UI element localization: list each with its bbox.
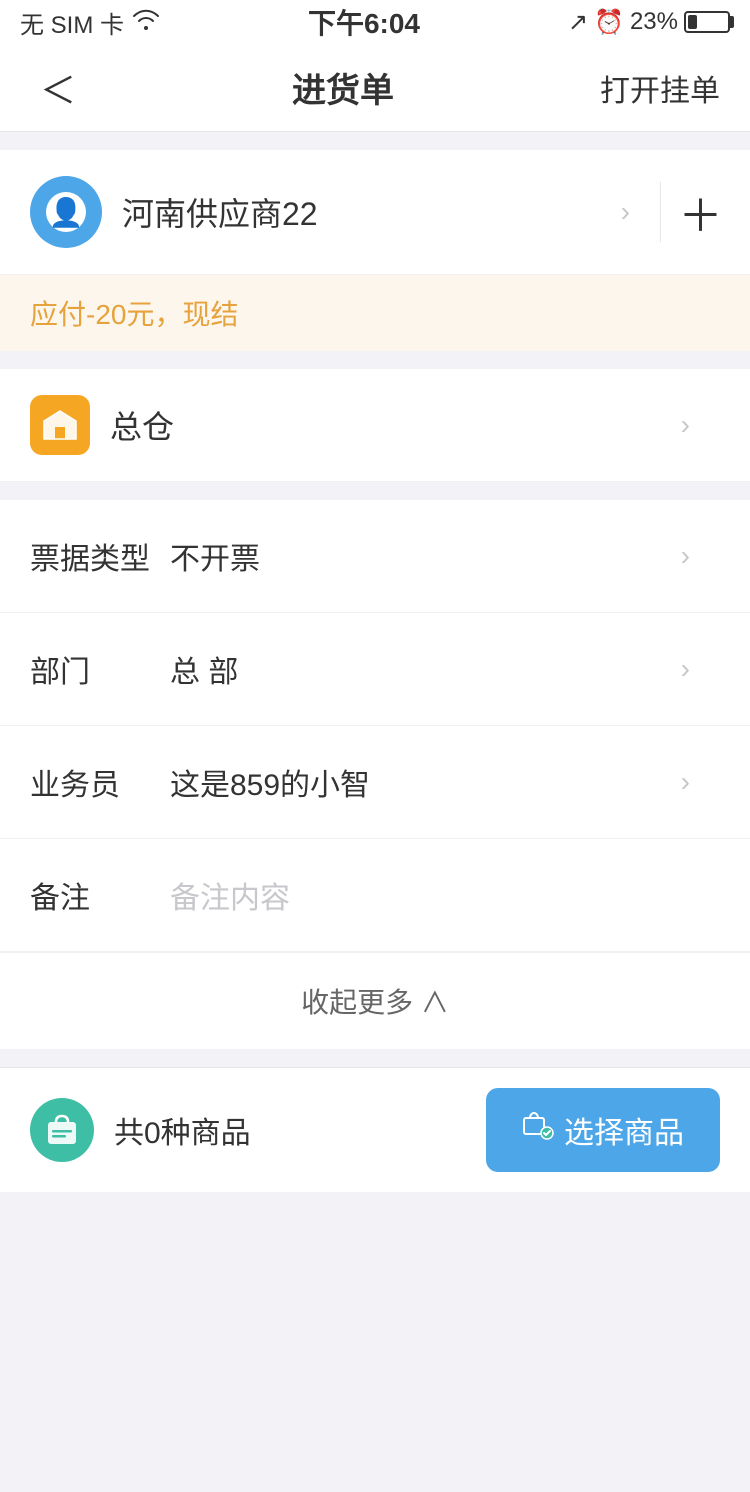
alarm-icon: ⏰ (594, 8, 624, 37)
supplier-chevron-icon: › (621, 196, 630, 228)
product-svg (44, 1112, 80, 1148)
supplier-name: 河南供应商22 (122, 189, 621, 235)
department-value: 总 部 (170, 647, 681, 691)
section-gap-3 (0, 482, 750, 500)
salesperson-chevron-icon: › (681, 766, 690, 798)
warehouse-row[interactable]: 总仓 › (0, 369, 750, 482)
status-time: 下午6:04 (308, 2, 420, 42)
location-icon: ↗ (568, 8, 588, 37)
invoice-label: 票据类型 (30, 534, 170, 578)
warehouse-icon (30, 395, 90, 455)
invoice-row[interactable]: 票据类型 不开票 › (0, 500, 750, 613)
battery-fill (688, 15, 697, 29)
status-left: 无 SIM 卡 (20, 5, 160, 40)
warehouse-label: 总仓 (110, 402, 681, 448)
department-chevron-icon: › (681, 653, 690, 685)
warehouse-card: 总仓 › (0, 369, 750, 482)
salesperson-label: 业务员 (30, 760, 170, 804)
section-gap-2 (0, 351, 750, 369)
warehouse-chevron-icon: › (681, 409, 690, 441)
remarks-placeholder[interactable]: 备注内容 (170, 873, 720, 917)
remarks-label: 备注 (30, 873, 170, 917)
person-icon: 👤 (49, 196, 84, 229)
product-count-text: 共0种商品 (114, 1108, 486, 1152)
back-button[interactable]: ＜ (30, 52, 86, 124)
supplier-avatar: 👤 (30, 176, 102, 248)
battery-percentage: 23% (630, 8, 678, 36)
section-gap-1 (0, 132, 750, 150)
select-product-button[interactable]: 选择商品 (486, 1088, 720, 1172)
department-row[interactable]: 部门 总 部 › (0, 613, 750, 726)
wifi-icon (132, 8, 160, 37)
battery-icon (684, 11, 730, 33)
warehouse-svg (42, 407, 78, 443)
open-pending-button[interactable]: 打开挂单 (600, 66, 720, 110)
page-background (0, 1192, 750, 1492)
department-label: 部门 (30, 647, 170, 691)
select-btn-icon (522, 1110, 554, 1150)
notice-text: 应付-20元，现结 (30, 299, 238, 330)
product-icon (30, 1098, 94, 1162)
bottom-bar: 共0种商品 选择商品 (0, 1067, 750, 1192)
form-card: 票据类型 不开票 › 部门 总 部 › 业务员 这是859的小智 › 备注 备注… (0, 500, 750, 1049)
supplier-row[interactable]: 👤 河南供应商22 › ＋ (0, 150, 750, 275)
page-title: 进货单 (292, 63, 394, 112)
select-btn-label: 选择商品 (564, 1108, 684, 1152)
avatar-inner: 👤 (46, 192, 86, 232)
nav-bar: ＜ 进货单 打开挂单 (0, 44, 750, 132)
add-supplier-button[interactable]: ＋ (660, 182, 720, 242)
status-bar: 无 SIM 卡 下午6:04 ↗ ⏰ 23% (0, 0, 750, 44)
salesperson-value: 这是859的小智 (170, 760, 681, 804)
carrier-text: 无 SIM 卡 (20, 5, 124, 40)
invoice-chevron-icon: › (681, 540, 690, 572)
supplier-card: 👤 河南供应商22 › ＋ 应付-20元，现结 (0, 150, 750, 351)
invoice-value: 不开票 (170, 534, 681, 578)
remarks-row[interactable]: 备注 备注内容 (0, 839, 750, 952)
status-right: ↗ ⏰ 23% (568, 8, 730, 37)
collapse-row[interactable]: 收起更多 ∧ (0, 952, 750, 1049)
notice-banner: 应付-20元，现结 (0, 275, 750, 351)
collapse-button[interactable]: 收起更多 ∧ (301, 981, 449, 1021)
salesperson-row[interactable]: 业务员 这是859的小智 › (0, 726, 750, 839)
